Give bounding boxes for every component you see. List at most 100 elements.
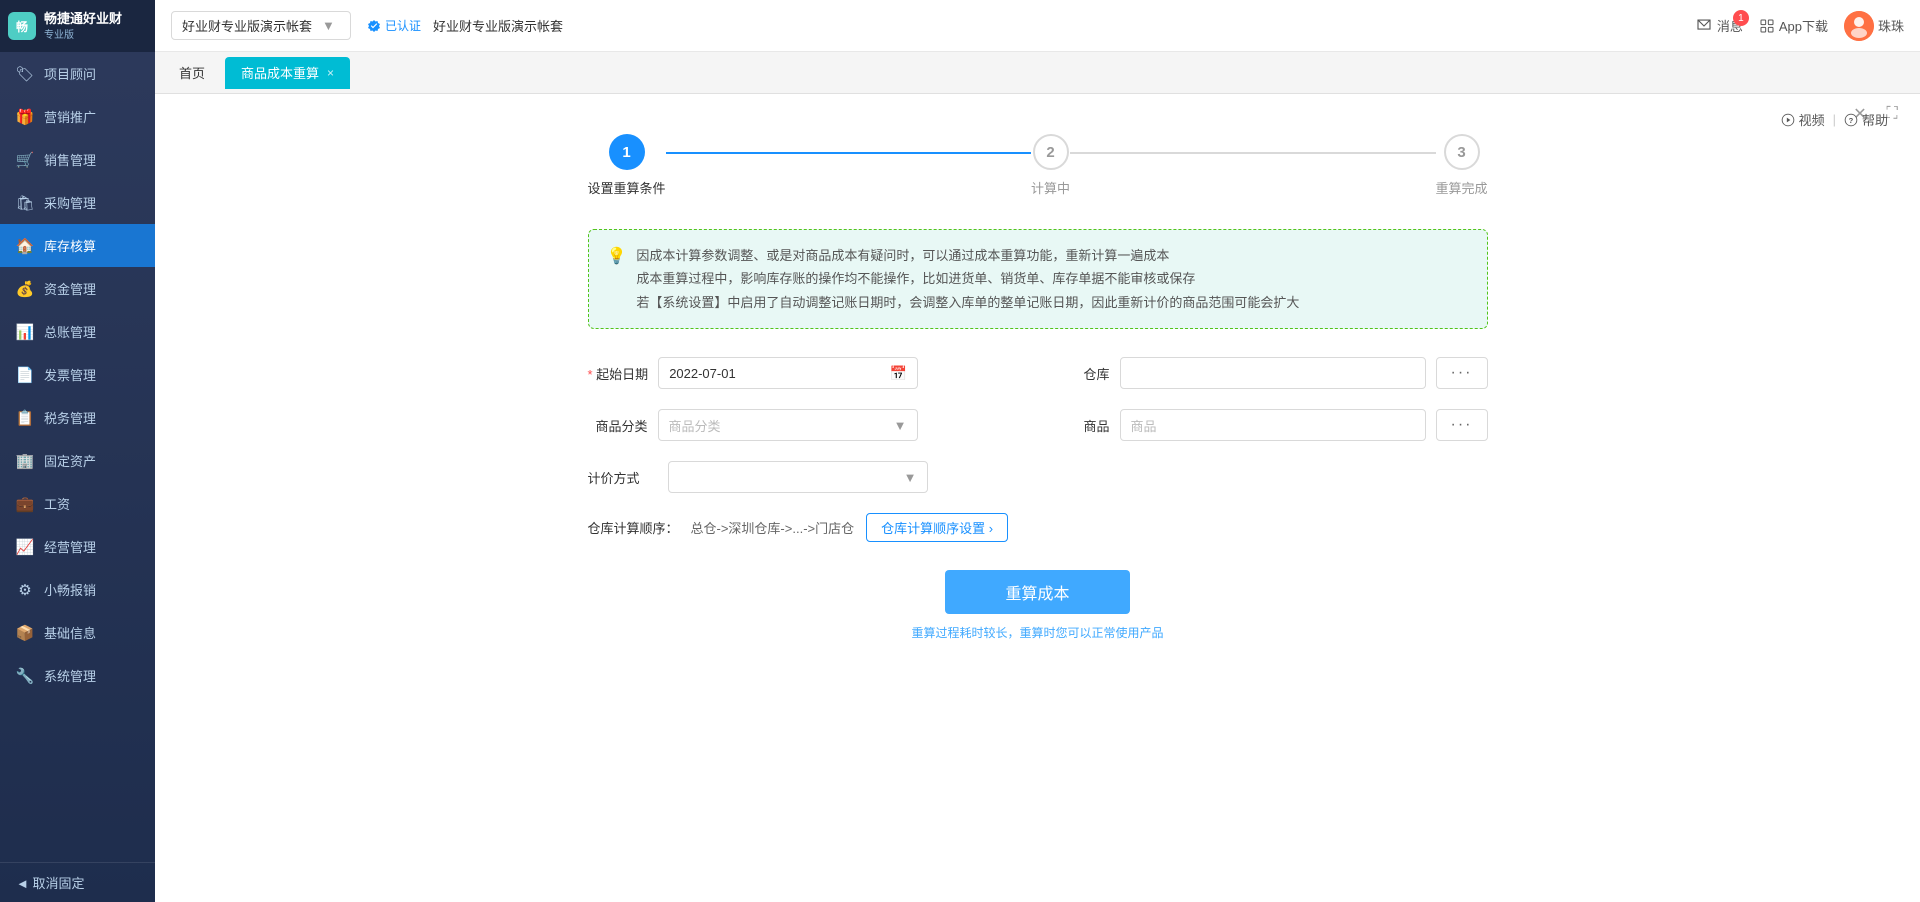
category-arrow-icon: ▼	[894, 418, 907, 433]
step-2: 2 计算中	[1031, 134, 1070, 197]
step-1-circle: 1	[609, 134, 645, 170]
topbar-right: 消息 1 App下载	[1695, 11, 1904, 41]
sidebar-item-label-purchase: 采购管理	[44, 193, 96, 212]
warehouse-ellipsis-button[interactable]: ···	[1436, 357, 1488, 389]
step-3-label: 重算完成	[1436, 178, 1488, 197]
sidebar-item-payroll[interactable]: 💼 工资	[0, 482, 155, 525]
assets-icon: 🏢	[16, 452, 34, 470]
topbar: 好业财专业版演示帐套 ▼ 已认证 好业财专业版演示帐套 消息 1	[155, 0, 1920, 52]
tab-close-button[interactable]: ×	[327, 66, 334, 80]
start-date-label: 起始日期	[588, 364, 649, 383]
step-connector-2-3	[1070, 152, 1435, 154]
sidebar-item-invoice[interactable]: 📄 发票管理	[0, 353, 155, 396]
sidebar-item-accounting[interactable]: 📊 总账管理	[0, 310, 155, 353]
form-row-pricing: 计价方式 ▼	[588, 461, 1488, 493]
sidebar: 畅 畅捷通好业财 专业版 🏷 项目顾问 🎁 营销推广 🛒 销售管理 🛍 采购管理…	[0, 0, 155, 902]
step-1: 1 设置重算条件	[588, 134, 666, 197]
sidebar-item-project[interactable]: 🏷 项目顾问	[0, 52, 155, 95]
product-ellipsis-button[interactable]: ···	[1436, 409, 1488, 441]
sidebar-item-label-project: 项目顾问	[44, 64, 96, 83]
avatar-image	[1844, 11, 1874, 41]
form-area: 起始日期 2022-07-01 📅 仓库 ··· 商品分类	[588, 357, 1488, 641]
sidebar-pin-label: ◄ 取消固定	[16, 873, 84, 892]
warehouse-input[interactable]	[1120, 357, 1426, 389]
tab-home-label: 首页	[179, 63, 205, 82]
verified-text: 已认证	[385, 17, 421, 34]
app-logo-icon: 畅	[8, 12, 36, 40]
user-profile[interactable]: 珠珠	[1844, 11, 1904, 41]
sidebar-item-purchase[interactable]: 🛍 采购管理	[0, 181, 155, 224]
info-icon: 💡	[607, 246, 627, 314]
help-icon: ?	[1844, 113, 1858, 127]
step-3-number: 3	[1457, 144, 1465, 161]
marketing-icon: 🎁	[16, 108, 34, 126]
sales-icon: 🛒	[16, 151, 34, 169]
sidebar-item-label-inventory: 库存核算	[44, 236, 96, 255]
sidebar-item-label-expense: 小畅报销	[44, 580, 96, 599]
form-row-2: 商品分类 商品分类 ▼ 商品 商品 ···	[588, 409, 1488, 441]
sidebar-item-label-system: 系统管理	[44, 666, 96, 685]
category-select[interactable]: 商品分类 ▼	[658, 409, 918, 441]
sidebar-item-label-basic: 基础信息	[44, 623, 96, 642]
form-item-product: 商品 商品 ···	[1050, 409, 1488, 441]
product-label: 商品	[1050, 416, 1110, 435]
step-2-label: 计算中	[1031, 178, 1070, 197]
sidebar-item-assets[interactable]: 🏢 固定资产	[0, 439, 155, 482]
step-2-circle: 2	[1033, 134, 1069, 170]
video-button[interactable]: 视频	[1781, 110, 1825, 129]
recalc-button[interactable]: 重算成本	[945, 570, 1129, 614]
product-input[interactable]: 商品	[1120, 409, 1426, 441]
sidebar-item-inventory[interactable]: 🏠 库存核算	[0, 224, 155, 267]
stepper: 1 设置重算条件 2 计算中 3 重算完成	[588, 134, 1488, 197]
pricing-select[interactable]: ▼	[668, 461, 928, 493]
help-label: 帮助	[1862, 110, 1888, 129]
start-date-input[interactable]: 2022-07-01 📅	[658, 357, 918, 389]
step-connector-1-2	[666, 152, 1031, 154]
sidebar-item-system[interactable]: 🔧 系统管理	[0, 654, 155, 697]
sidebar-item-finance[interactable]: 💰 资金管理	[0, 267, 155, 310]
invoice-icon: 📄	[16, 366, 34, 384]
app-subtitle: 专业版	[44, 26, 122, 41]
sidebar-item-label-operations: 经营管理	[44, 537, 96, 556]
help-button[interactable]: ? 帮助	[1844, 110, 1888, 129]
sidebar-pin-toggle[interactable]: ◄ 取消固定	[0, 862, 155, 902]
verified-icon	[367, 19, 381, 33]
warehouse-order-settings-button[interactable]: 仓库计算顺序设置 ›	[866, 513, 1008, 542]
calendar-icon[interactable]: 📅	[890, 365, 907, 382]
video-label: 视频	[1799, 110, 1825, 129]
messages-button[interactable]: 消息 1	[1695, 16, 1743, 35]
account-dropdown-arrow: ▼	[322, 18, 335, 33]
start-date-value: 2022-07-01	[669, 366, 890, 381]
app-download-icon	[1759, 18, 1775, 34]
avatar	[1844, 11, 1874, 41]
sidebar-item-label-invoice: 发票管理	[44, 365, 96, 384]
sidebar-item-label-sales: 销售管理	[44, 150, 96, 169]
info-line-3: 若【系统设置】中启用了自动调整记账日期时，会调整入库单的整单记账日期，因此重新计…	[636, 291, 1299, 314]
pricing-arrow-icon: ▼	[904, 470, 917, 485]
app-title: 畅捷通好业财	[44, 11, 122, 27]
inventory-icon: 🏠	[16, 237, 34, 255]
svg-text:?: ?	[1849, 115, 1854, 124]
step-2-number: 2	[1046, 144, 1054, 161]
tab-cost-recalc[interactable]: 商品成本重算 ×	[225, 57, 350, 89]
account-select[interactable]: 好业财专业版演示帐套 ▼	[171, 11, 351, 40]
sidebar-item-basic[interactable]: 📦 基础信息	[0, 611, 155, 654]
sidebar-scroll: 🏷 项目顾问 🎁 营销推广 🛒 销售管理 🛍 采购管理 🏠 库存核算 💰 资金管…	[0, 52, 155, 862]
project-icon: 🏷	[16, 65, 34, 83]
sidebar-item-label-tax: 税务管理	[44, 408, 96, 427]
sidebar-item-marketing[interactable]: 🎁 营销推广	[0, 95, 155, 138]
step-1-number: 1	[622, 144, 630, 161]
finance-icon: 💰	[16, 280, 34, 298]
sidebar-item-label-assets: 固定资产	[44, 451, 96, 470]
step-3: 3 重算完成	[1436, 134, 1488, 197]
app-download-button[interactable]: App下载	[1759, 16, 1828, 35]
sidebar-item-tax[interactable]: 📋 税务管理	[0, 396, 155, 439]
recalc-section: 重算成本 重算过程耗时较长，重算时您可以正常使用产品	[588, 570, 1488, 641]
app-download-label: App下载	[1779, 16, 1828, 35]
sidebar-item-sales[interactable]: 🛒 销售管理	[0, 138, 155, 181]
product-placeholder: 商品	[1131, 416, 1415, 435]
tab-home[interactable]: 首页	[163, 57, 221, 89]
sidebar-item-operations[interactable]: 📈 经营管理	[0, 525, 155, 568]
page-actions: 视频 | ? 帮助	[1781, 110, 1888, 129]
sidebar-item-expense[interactable]: ⚙ 小畅报销	[0, 568, 155, 611]
